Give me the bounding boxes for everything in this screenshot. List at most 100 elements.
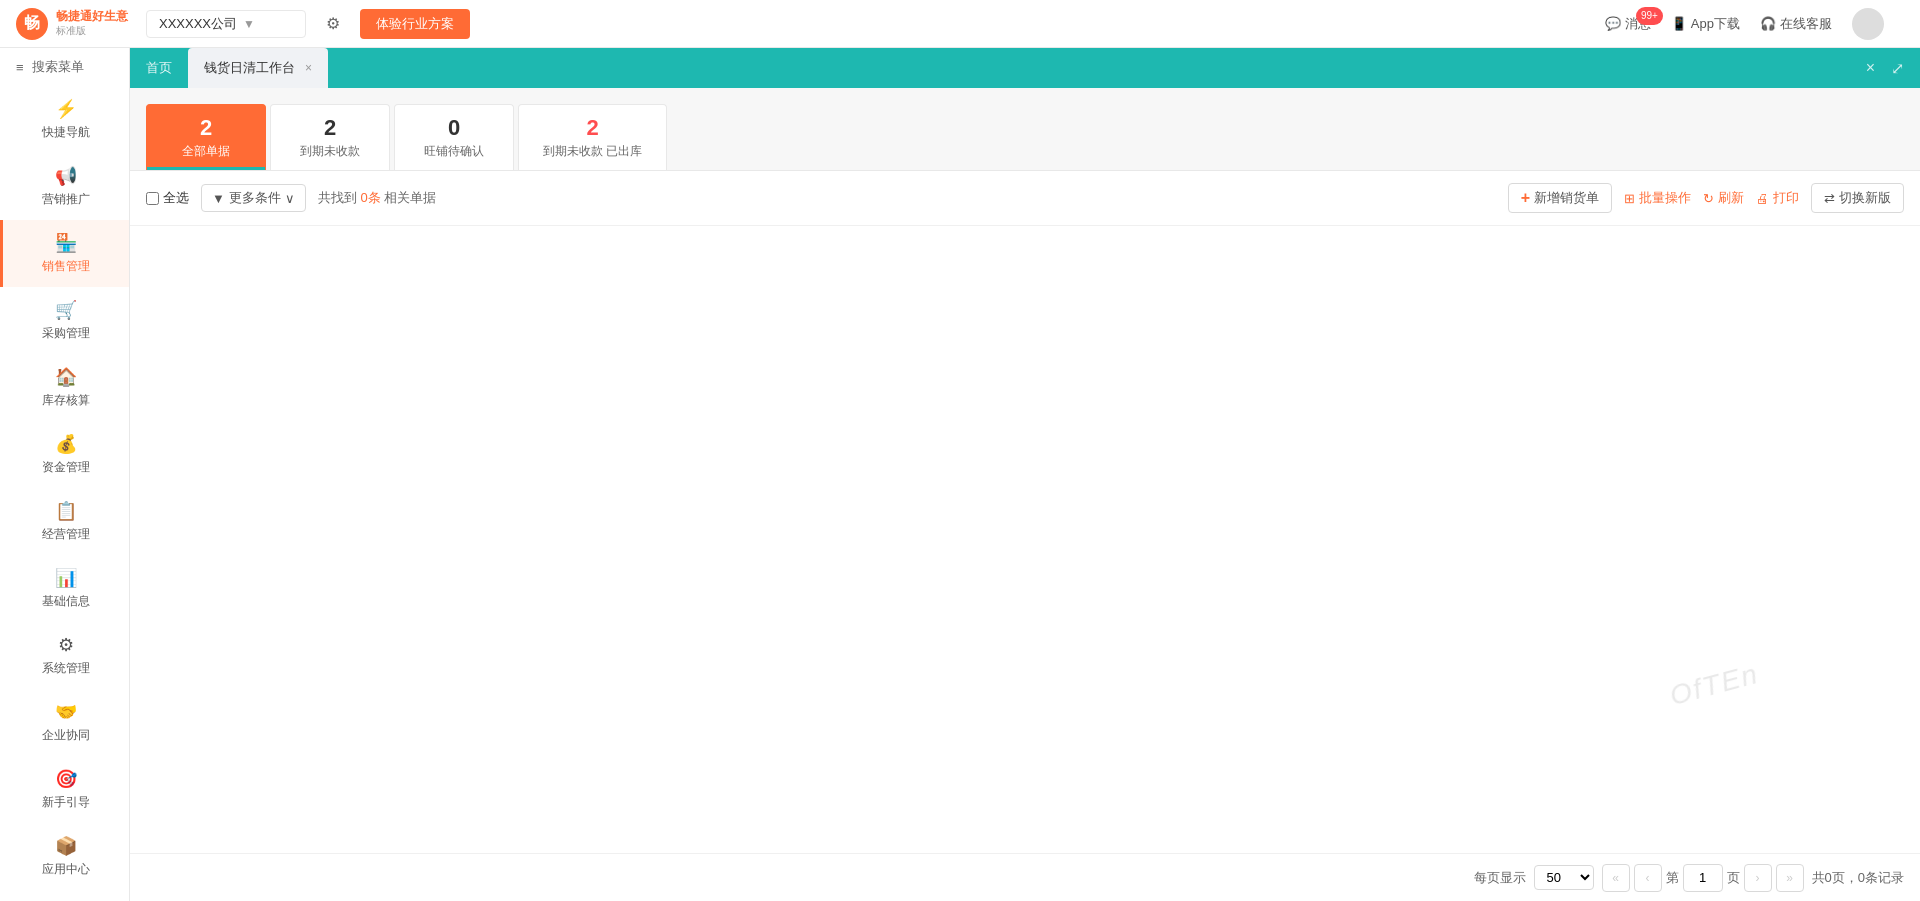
sidebar-item-system[interactable]: ⚙ 系统管理 [0,622,129,689]
stat-tab-overdue-unshipped[interactable]: 2 到期未收款 已出库 [518,104,667,170]
filter-chevron-icon: ∨ [285,191,295,206]
guide-label: 新手引导 [42,794,90,811]
header-right: 💬 消息 99+ 📱 App下载 🎧 在线客服 [1605,8,1904,40]
sidebar-item-sales[interactable]: 🏪 销售管理 [0,220,129,287]
logo-title: 畅捷通好生意 [56,9,128,23]
add-sales-button[interactable]: + 新增销货单 [1508,183,1612,213]
message-button[interactable]: 💬 消息 99+ [1605,15,1651,33]
batch-button[interactable]: ⊞ 批量操作 [1624,189,1691,207]
sidebar: ≡ 搜索菜单 ⚡ 快捷导航 📢 营销推广 🏪 销售管理 🛒 采购管理 🏠 库存核… [0,48,130,901]
stat-tab-all[interactable]: 2 全部单据 [146,104,266,170]
sidebar-item-basic[interactable]: 📊 基础信息 [0,555,129,622]
filter-icon: ▼ [212,191,225,206]
logo-area: 畅 畅捷通好生意 标准版 [16,8,146,40]
settings-button[interactable]: ⚙ [318,10,348,37]
stat-tab-wangpu[interactable]: 0 旺铺待确认 [394,104,514,170]
tab-qianhuoricingworkstation[interactable]: 钱货日清工作台 × [188,48,328,88]
page-input[interactable] [1683,864,1723,892]
print-icon: 🖨 [1756,191,1769,206]
experience-button[interactable]: 体验行业方案 [360,9,470,39]
select-all-checkbox[interactable]: 全选 [146,189,189,207]
app-download-label: App下载 [1691,15,1740,33]
total-records-text: 共0页，0条记录 [1812,869,1904,887]
first-page-button[interactable]: « [1602,864,1630,892]
logo-icon: 畅 [16,8,48,40]
tab-close-window-icon[interactable]: × [1862,55,1879,81]
message-icon: 💬 [1605,16,1621,31]
add-label: 新增销货单 [1534,189,1599,207]
per-page-select[interactable]: 50 100 200 [1534,865,1594,890]
sidebar-item-operation[interactable]: 📋 经营管理 [0,488,129,555]
top-header: 畅 畅捷通好生意 标准版 XXXXXX公司 ▼ ⚙ 体验行业方案 💬 消息 99… [0,0,1920,48]
print-button[interactable]: 🖨 打印 [1756,189,1799,207]
select-all-label: 全选 [163,189,189,207]
sidebar-search-menu[interactable]: ≡ 搜索菜单 [0,48,129,86]
marketing-label: 营销推广 [42,191,90,208]
stat-overdue-label: 到期未收款 [300,143,360,160]
tab-close-icon[interactable]: × [305,61,312,75]
app-center-icon: 📦 [55,835,77,857]
marketing-icon: 📢 [55,165,77,187]
tabs-right-actions: × ⤢ [1862,55,1920,82]
last-page-button[interactable]: » [1776,864,1804,892]
switch-version-button[interactable]: ⇄ 切换新版 [1811,183,1904,213]
tab-expand-icon[interactable]: ⤢ [1887,55,1908,82]
operation-icon: 📋 [55,500,77,522]
page-input-wrap: 第 页 [1666,864,1740,892]
enterprise-icon: 🤝 [55,701,77,723]
sidebar-item-marketing[interactable]: 📢 营销推广 [0,153,129,220]
select-all-input[interactable] [146,192,159,205]
sidebar-item-finance[interactable]: 💰 资金管理 [0,421,129,488]
search-menu-icon: ≡ [16,60,24,75]
print-label: 打印 [1773,189,1799,207]
online-service-button[interactable]: 🎧 在线客服 [1760,15,1832,33]
sidebar-item-purchase[interactable]: 🛒 采购管理 [0,287,129,354]
sidebar-item-inventory[interactable]: 🏠 库存核算 [0,354,129,421]
sidebar-item-wechat[interactable]: 💬 企业微信 [0,890,129,901]
pagination: 每页显示 50 100 200 « ‹ 第 页 › » [130,853,1920,901]
stat-overdue-number: 2 [324,115,336,141]
stats-tabs: 2 全部单据 2 到期未收款 0 旺铺待确认 2 到期未收款 已出库 [130,88,1920,171]
basic-icon: 📊 [55,567,77,589]
enterprise-label: 企业协同 [42,727,90,744]
tab-home[interactable]: 首页 [130,48,188,88]
company-selector[interactable]: XXXXXX公司 ▼ [146,10,306,38]
operation-label: 经营管理 [42,526,90,543]
quick-nav-label: 快捷导航 [42,124,90,141]
sales-icon: 🏪 [55,232,77,254]
message-badge: 99+ [1636,7,1663,25]
next-page-button[interactable]: › [1744,864,1772,892]
headset-icon: 🎧 [1760,16,1776,31]
sidebar-item-quick-nav[interactable]: ⚡ 快捷导航 [0,86,129,153]
prev-page-button[interactable]: ‹ [1634,864,1662,892]
toolbar-right: + 新增销货单 ⊞ 批量操作 ↻ 刷新 🖨 打印 [1508,183,1904,213]
filter-label: 更多条件 [229,189,281,207]
page-navigation: « ‹ 第 页 › » [1602,864,1804,892]
stat-tab-overdue-uncollected[interactable]: 2 到期未收款 [270,104,390,170]
found-text: 共找到 0条 相关单据 [318,189,436,207]
refresh-button[interactable]: ↻ 刷新 [1703,189,1744,207]
page-suffix: 页 [1727,869,1740,887]
system-label: 系统管理 [42,660,90,677]
inventory-icon: 🏠 [55,366,77,388]
stat-wangpu-number: 0 [448,115,460,141]
table-area [130,226,1920,853]
phone-icon: 📱 [1671,16,1687,31]
sidebar-item-app-center[interactable]: 📦 应用中心 [0,823,129,890]
purchase-icon: 🛒 [55,299,77,321]
avatar[interactable] [1852,8,1884,40]
batch-label: 批量操作 [1639,189,1691,207]
inventory-label: 库存核算 [42,392,90,409]
home-tab-label: 首页 [146,59,172,77]
switch-icon: ⇄ [1824,191,1835,206]
main-content: 2 全部单据 2 到期未收款 0 旺铺待确认 2 到期未收款 已出库 [130,88,1920,901]
sidebar-item-guide[interactable]: 🎯 新手引导 [0,756,129,823]
finance-label: 资金管理 [42,459,90,476]
stat-all-number: 2 [200,115,212,141]
filter-button[interactable]: ▼ 更多条件 ∨ [201,184,306,212]
stat-unshipped-number: 2 [587,115,599,141]
app-download-button[interactable]: 📱 App下载 [1671,15,1740,33]
sidebar-item-enterprise[interactable]: 🤝 企业协同 [0,689,129,756]
app-center-label: 应用中心 [42,861,90,878]
found-count: 0条 [361,190,381,205]
